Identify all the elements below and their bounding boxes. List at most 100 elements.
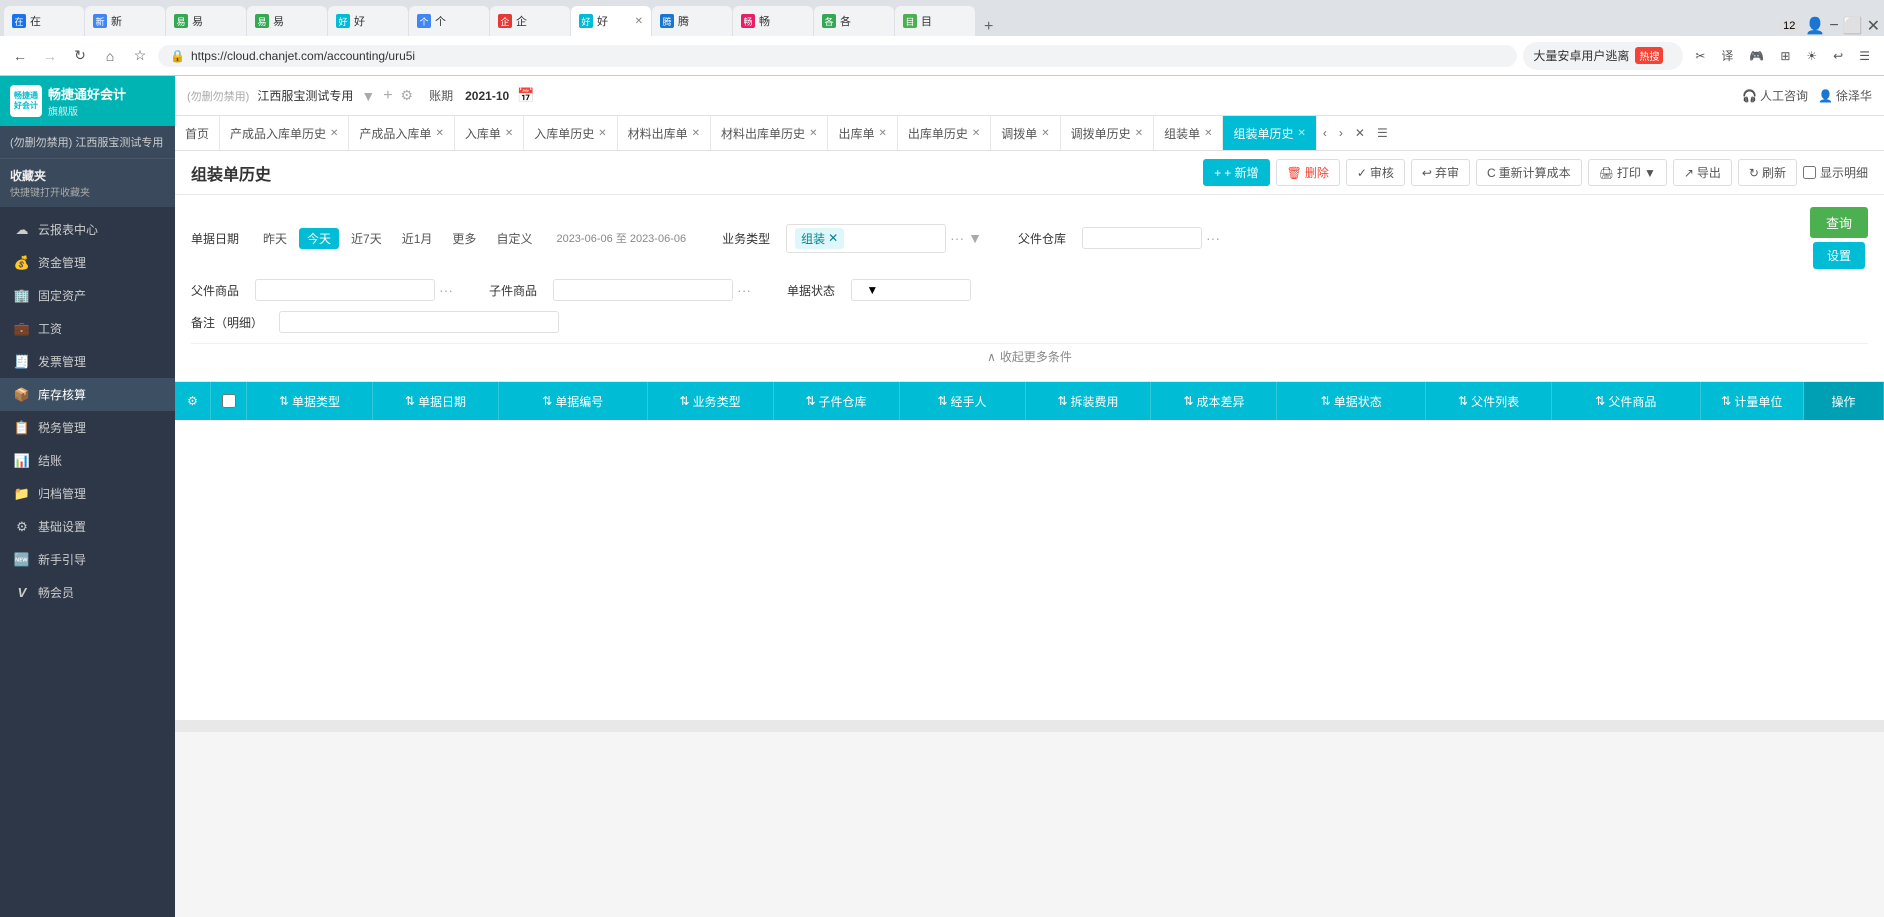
- parent-goods-more[interactable]: ···: [439, 282, 453, 298]
- note-input[interactable]: [279, 311, 559, 333]
- tab-production-in-hist[interactable]: 产成品入库单历史 ✕: [220, 116, 349, 150]
- tab-combo[interactable]: 组装单 ✕: [1154, 116, 1223, 150]
- theme-icon[interactable]: ☀: [1800, 45, 1823, 67]
- export-button[interactable]: ↗ 导出: [1673, 159, 1732, 186]
- parent-warehouse-more[interactable]: ···: [1206, 230, 1220, 246]
- browser-search-box[interactable]: 大量安卓用户逃离 热搜: [1523, 42, 1683, 70]
- browser-tab-8-close[interactable]: ✕: [635, 16, 643, 27]
- th-unit[interactable]: ⇅ 计量单位: [1701, 382, 1804, 420]
- tab-out-order[interactable]: 出库单 ✕: [828, 116, 897, 150]
- browser-tab-10[interactable]: 畅 畅: [733, 6, 813, 36]
- bookmark-button[interactable]: ☆: [128, 44, 152, 68]
- tab-material-out[interactable]: 材料出库单 ✕: [618, 116, 711, 150]
- tab-out-hist[interactable]: 出库单历史 ✕: [898, 116, 991, 150]
- game-icon[interactable]: 🎮: [1743, 45, 1770, 67]
- show-detail-checkbox-label[interactable]: 显示明细: [1803, 164, 1868, 181]
- tab-close-out-hist[interactable]: ✕: [972, 128, 980, 139]
- browser-tab-9[interactable]: 腾 腾: [652, 6, 732, 36]
- tab-in-order[interactable]: 入库单 ✕: [455, 116, 524, 150]
- sidebar-item-settings[interactable]: ⚙ 基础设置: [0, 510, 175, 543]
- browser-tab-11[interactable]: 各 各: [814, 6, 894, 36]
- date-btn-more[interactable]: 更多: [444, 228, 484, 249]
- biz-type-more[interactable]: ···: [950, 230, 964, 246]
- browser-tab-12[interactable]: 目 目: [895, 6, 975, 36]
- forward-button[interactable]: →: [38, 44, 62, 68]
- recalc-button[interactable]: C 重新计算成本: [1476, 159, 1582, 186]
- print-button[interactable]: 🖨 打印 ▼: [1588, 159, 1667, 186]
- menu-icon[interactable]: ☰: [1853, 45, 1876, 67]
- tab-scroll-right[interactable]: ›: [1333, 126, 1349, 140]
- sidebar-item-fixed-assets[interactable]: 🏢 固定资产: [0, 279, 175, 312]
- sidebar-item-inventory[interactable]: 📦 库存核算: [0, 378, 175, 411]
- show-detail-checkbox[interactable]: [1803, 166, 1816, 179]
- sidebar-item-tax[interactable]: 📋 税务管理: [0, 411, 175, 444]
- tab-combo-hist[interactable]: 组装单历史 ✕: [1223, 116, 1316, 150]
- th-biz-type[interactable]: ⇅ 业务类型: [648, 382, 774, 420]
- horizontal-scrollbar[interactable]: [175, 720, 1884, 732]
- tab-close-material-out-hist[interactable]: ✕: [809, 128, 817, 139]
- date-btn-today[interactable]: 今天: [299, 228, 339, 249]
- new-tab-button[interactable]: +: [976, 18, 1001, 36]
- select-all-checkbox[interactable]: [222, 394, 236, 408]
- parent-goods-input[interactable]: [255, 279, 435, 301]
- sidebar-item-capital[interactable]: 💰 资金管理: [0, 246, 175, 279]
- th-cost-diff[interactable]: ⇅ 成本差异: [1151, 382, 1277, 420]
- date-btn-7days[interactable]: 近7天: [343, 228, 390, 249]
- home-button[interactable]: ⌂: [98, 44, 122, 68]
- minimize-button[interactable]: −: [1829, 17, 1838, 35]
- tab-close-out-order[interactable]: ✕: [878, 128, 886, 139]
- th-checkbox[interactable]: [211, 382, 247, 420]
- tab-production-in[interactable]: 产成品入库单 ✕: [349, 116, 454, 150]
- th-gear[interactable]: ⚙: [175, 382, 211, 420]
- th-bill-status[interactable]: ⇅ 单据状态: [1277, 382, 1426, 420]
- abandon-button[interactable]: ↩ 弃审: [1411, 159, 1470, 186]
- child-goods-more[interactable]: ···: [737, 282, 751, 298]
- sidebar-item-guide[interactable]: 🆕 新手引导: [0, 543, 175, 576]
- delete-button[interactable]: 🗑 删除: [1276, 159, 1340, 186]
- tab-close-in-hist[interactable]: ✕: [598, 128, 606, 139]
- tab-assemble[interactable]: 调拨单 ✕: [991, 116, 1060, 150]
- company-selector[interactable]: (勿删勿禁用) 江西服宝测试专用: [0, 126, 175, 159]
- th-bill-no[interactable]: ⇅ 单据编号: [499, 382, 648, 420]
- browser-tab-6[interactable]: 个 个: [409, 6, 489, 36]
- apps-icon[interactable]: ⊞: [1774, 45, 1796, 67]
- url-field[interactable]: 🔒 https://cloud.chanjet.com/accounting/u…: [158, 45, 1517, 67]
- tab-close-combo-hist[interactable]: ✕: [1298, 128, 1306, 139]
- back-button[interactable]: ←: [8, 44, 32, 68]
- translate-icon[interactable]: 译: [1715, 43, 1739, 68]
- browser-tab-3[interactable]: 易 易: [166, 6, 246, 36]
- add-company-icon[interactable]: +: [383, 87, 392, 105]
- th-bill-date[interactable]: ⇅ 单据日期: [373, 382, 499, 420]
- date-btn-custom[interactable]: 自定义: [488, 228, 540, 249]
- header-company[interactable]: 江西服宝测试专用: [257, 87, 353, 104]
- sidebar-item-invoice[interactable]: 🧾 发票管理: [0, 345, 175, 378]
- browser-tab-1[interactable]: 在 在: [4, 6, 84, 36]
- child-goods-input[interactable]: [553, 279, 733, 301]
- audit-button[interactable]: ✓ 审核: [1346, 159, 1405, 186]
- sidebar-item-cloud-report[interactable]: ☁ 云报表中心: [0, 213, 175, 246]
- tab-close-all[interactable]: ✕: [1349, 126, 1371, 140]
- company-dropdown-icon[interactable]: ▼: [361, 88, 375, 104]
- browser-tab-8[interactable]: 好 好 ✕: [571, 6, 651, 36]
- tab-material-out-hist[interactable]: 材料出库单历史 ✕: [711, 116, 828, 150]
- customer-service-btn[interactable]: 🎧 人工咨询: [1742, 87, 1808, 104]
- th-handler[interactable]: ⇅ 经手人: [900, 382, 1026, 420]
- sidebar-item-salary[interactable]: 💼 工资: [0, 312, 175, 345]
- tab-close-assemble-hist[interactable]: ✕: [1135, 128, 1143, 139]
- browser-tab-7[interactable]: 企 企: [490, 6, 570, 36]
- tab-close-combo[interactable]: ✕: [1204, 128, 1212, 139]
- biz-type-dropdown-icon[interactable]: ▼: [968, 230, 982, 246]
- th-parent-goods[interactable]: ⇅ 父件商品: [1552, 382, 1701, 420]
- th-disassemble-fee[interactable]: ⇅ 拆装费用: [1026, 382, 1152, 420]
- tab-in-hist[interactable]: 入库单历史 ✕: [524, 116, 617, 150]
- date-btn-yesterday[interactable]: 昨天: [255, 228, 295, 249]
- maximize-button[interactable]: ⬜: [1843, 16, 1863, 36]
- tab-close-production-in-hist[interactable]: ✕: [330, 128, 338, 139]
- close-button[interactable]: ✕: [1867, 16, 1880, 36]
- th-bill-type[interactable]: ⇅ 单据类型: [247, 382, 373, 420]
- refresh-button[interactable]: ↻: [68, 44, 92, 68]
- sidebar-item-archive[interactable]: 📁 归档管理: [0, 477, 175, 510]
- refresh-button[interactable]: ↻ 刷新: [1738, 159, 1797, 186]
- browser-tab-2[interactable]: 新 新: [85, 6, 165, 36]
- add-button[interactable]: + + 新增: [1203, 159, 1269, 186]
